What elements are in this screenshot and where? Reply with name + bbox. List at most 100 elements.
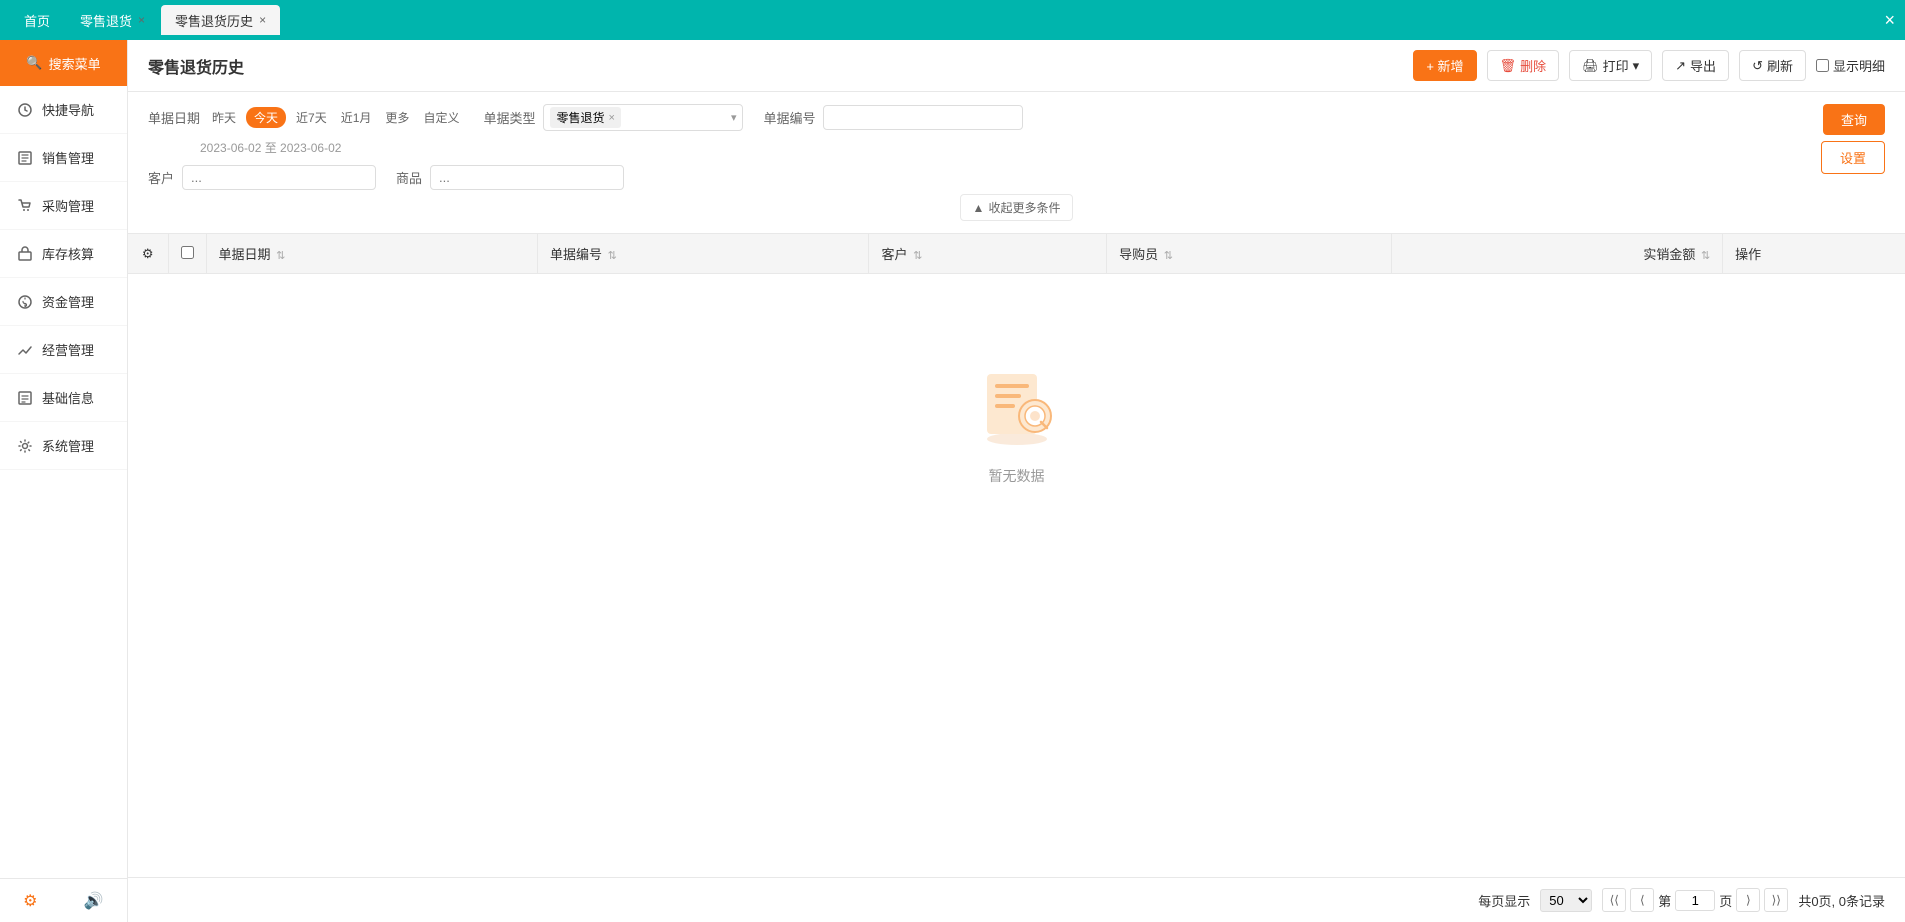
- sidebar-item-finance-mgmt[interactable]: 资金管理: [0, 278, 127, 326]
- tab-retail-return-history[interactable]: 零售退货历史 ×: [161, 5, 280, 35]
- sidebar-item-business-mgmt-label: 经营管理: [42, 340, 94, 359]
- per-page-label: 每页显示: [1478, 891, 1530, 910]
- toolbar: + 新增 🗑 删除 🖨 打印 ▾ ↗ 导出 ↺ 刷新: [1413, 50, 1885, 81]
- collapse-icon: ▲: [973, 201, 985, 215]
- delete-button[interactable]: 🗑 删除: [1487, 50, 1560, 81]
- col-customer-label: 客户: [881, 247, 907, 262]
- select-all-checkbox[interactable]: [181, 246, 194, 259]
- content-header: 零售退货历史 + 新增 🗑 删除 🖨 打印 ▾ ↗ 导出 ↺: [128, 40, 1905, 92]
- sidebar: 🔍 搜索菜单 快捷导航 销售管理 采购管理: [0, 40, 128, 922]
- quick-nav-icon: [16, 101, 34, 119]
- sidebar-search[interactable]: 🔍 搜索菜单: [0, 40, 127, 86]
- doc-type-tag-close[interactable]: ×: [608, 112, 614, 124]
- shortcut-custom[interactable]: 自定义: [419, 107, 463, 128]
- gear-icon[interactable]: ⚙: [142, 246, 154, 261]
- export-button[interactable]: ↗ 导出: [1662, 50, 1729, 81]
- date-range-display: 2023-06-02 至 2023-06-02: [200, 141, 341, 155]
- sidebar-item-inventory-mgmt[interactable]: 库存核算: [0, 230, 127, 278]
- filter-settings-button[interactable]: 设置: [1821, 141, 1885, 174]
- volume-icon[interactable]: 🔊: [84, 891, 104, 911]
- filter-fields: 单据日期 昨天 今天 近7天 近1月 更多 自定义 单据类型: [148, 104, 1809, 190]
- table-col-checkbox: [168, 234, 206, 274]
- col-guide-label: 导购员: [1119, 247, 1158, 262]
- query-button[interactable]: 查询: [1823, 104, 1885, 135]
- show-detail-checkbox-label[interactable]: 显示明细: [1816, 56, 1885, 75]
- table-col-guide: 导购员 ⇅: [1107, 234, 1392, 274]
- refresh-button[interactable]: ↺ 刷新: [1739, 50, 1806, 81]
- doc-type-dropdown-arrow: ▾: [731, 111, 737, 124]
- doc-number-input[interactable]: [823, 105, 1023, 130]
- customer-filter-label: 客户: [148, 168, 174, 187]
- prev-page-btn[interactable]: ⟨: [1630, 888, 1654, 912]
- first-page-btn[interactable]: ⟨⟨: [1602, 888, 1626, 912]
- collapse-button[interactable]: ▲ 收起更多条件: [960, 194, 1074, 221]
- filter-row-2: 客户 商品: [148, 165, 1809, 190]
- delete-icon: 🗑: [1500, 58, 1517, 74]
- sidebar-item-system-mgmt[interactable]: 系统管理: [0, 422, 127, 470]
- main-layout: 🔍 搜索菜单 快捷导航 销售管理 采购管理: [0, 40, 1905, 922]
- page-title: 零售退货历史: [148, 54, 244, 78]
- next-page-btn[interactable]: ⟩: [1736, 888, 1760, 912]
- col-number-label: 单据编号: [550, 247, 602, 262]
- window-close-icon[interactable]: ×: [1884, 10, 1895, 31]
- show-detail-checkbox[interactable]: [1816, 59, 1829, 72]
- col-amount-sort-icon[interactable]: ⇅: [1701, 250, 1710, 262]
- last-page-btn[interactable]: ⟩⟩: [1764, 888, 1788, 912]
- shortcut-today[interactable]: 今天: [246, 107, 286, 128]
- sidebar-menu: 快捷导航 销售管理 采购管理 库存核算: [0, 86, 127, 878]
- col-customer-sort-icon[interactable]: ⇅: [913, 250, 922, 262]
- table-col-date: 单据日期 ⇅: [206, 234, 537, 274]
- empty-label: 暂无数据: [989, 466, 1045, 486]
- date-filter-label: 单据日期: [148, 108, 200, 127]
- shortcut-7days[interactable]: 近7天: [292, 107, 331, 128]
- print-button[interactable]: 🖨 打印 ▾: [1569, 50, 1652, 81]
- sidebar-item-basic-info[interactable]: 基础信息: [0, 374, 127, 422]
- doc-type-filter-group: 单据类型 零售退货 × ▾: [483, 104, 743, 131]
- filter-area: 单据日期 昨天 今天 近7天 近1月 更多 自定义 单据类型: [128, 92, 1905, 234]
- export-icon: ↗: [1675, 58, 1686, 74]
- tab-home[interactable]: 首页: [10, 5, 64, 35]
- date-shortcuts: 昨天 今天 近7天 近1月 更多 自定义: [208, 107, 463, 128]
- shortcut-more[interactable]: 更多: [381, 107, 413, 128]
- date-filter-group: 单据日期 昨天 今天 近7天 近1月 更多 自定义: [148, 107, 463, 128]
- doc-type-tag-container[interactable]: 零售退货 × ▾: [543, 104, 743, 131]
- shortcut-yesterday[interactable]: 昨天: [208, 107, 240, 128]
- sidebar-search-label: 搜索菜单: [49, 54, 101, 73]
- sidebar-item-sales-mgmt[interactable]: 销售管理: [0, 134, 127, 182]
- page-unit: 页: [1719, 891, 1732, 910]
- page-nav: ⟨⟨ ⟨ 第 页 ⟩ ⟩⟩: [1602, 888, 1788, 912]
- col-guide-sort-icon[interactable]: ⇅: [1164, 250, 1173, 262]
- table-col-gear: ⚙: [128, 234, 168, 274]
- tab-retail-return-close[interactable]: ×: [138, 13, 145, 27]
- shortcut-1month[interactable]: 近1月: [337, 107, 376, 128]
- col-amount-label: 实销金额: [1643, 247, 1695, 262]
- filter-row-1: 单据日期 昨天 今天 近7天 近1月 更多 自定义 单据类型: [148, 104, 1809, 131]
- sidebar-item-sales-mgmt-label: 销售管理: [42, 148, 94, 167]
- show-detail-label: 显示明细: [1833, 56, 1885, 75]
- data-table: ⚙ 单据日期 ⇅ 单据编号 ⇅: [128, 234, 1905, 274]
- print-icon: 🖨: [1582, 58, 1599, 74]
- sidebar-item-quick-nav[interactable]: 快捷导航: [0, 86, 127, 134]
- sidebar-item-inventory-mgmt-label: 库存核算: [42, 244, 94, 263]
- business-mgmt-icon: [16, 341, 34, 359]
- refresh-icon: ↺: [1752, 58, 1763, 74]
- tab-retail-return-history-close[interactable]: ×: [259, 13, 266, 27]
- filter-right: 查询 设置: [1821, 104, 1885, 174]
- customer-input[interactable]: [182, 165, 376, 190]
- add-button[interactable]: + 新增: [1413, 50, 1476, 81]
- sidebar-item-purchase-mgmt[interactable]: 采购管理: [0, 182, 127, 230]
- table-col-number: 单据编号 ⇅: [537, 234, 868, 274]
- table-col-action: 操作: [1723, 234, 1905, 274]
- tab-retail-return[interactable]: 零售退货 ×: [66, 5, 159, 35]
- col-number-sort-icon[interactable]: ⇅: [608, 250, 617, 262]
- col-date-sort-icon[interactable]: ⇅: [276, 250, 285, 262]
- col-action-label: 操作: [1735, 247, 1761, 262]
- tab-home-label: 首页: [24, 11, 50, 30]
- page-number-input[interactable]: [1675, 890, 1715, 911]
- print-dropdown-icon: ▾: [1633, 58, 1640, 74]
- sidebar-item-business-mgmt[interactable]: 经营管理: [0, 326, 127, 374]
- goods-filter-group: 商品: [396, 165, 624, 190]
- goods-input[interactable]: [430, 165, 624, 190]
- settings-gear-icon[interactable]: ⚙: [23, 891, 37, 911]
- per-page-select[interactable]: 50 10 20 100: [1540, 889, 1592, 912]
